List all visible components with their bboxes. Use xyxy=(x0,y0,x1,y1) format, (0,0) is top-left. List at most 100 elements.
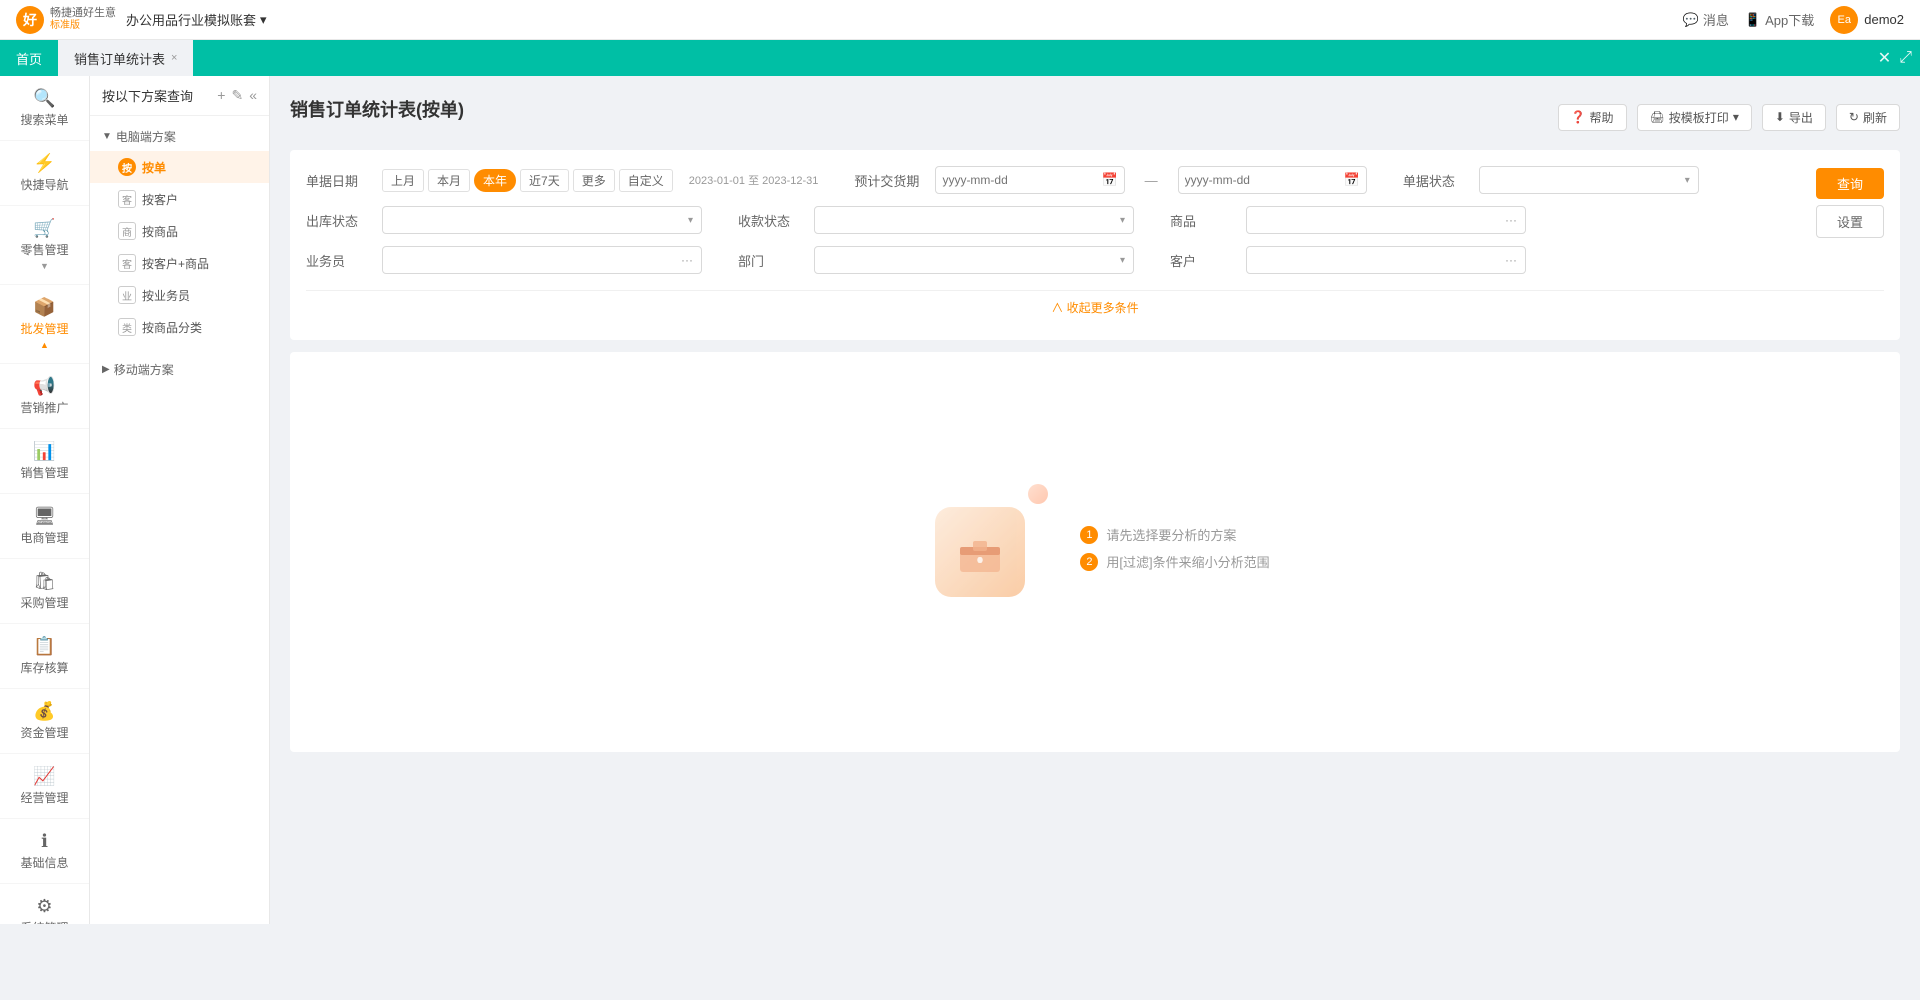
status-select[interactable]: ▾ xyxy=(1479,166,1699,194)
desktop-arrow-icon: ▼ xyxy=(102,131,112,142)
ecommerce-icon: 🖥 xyxy=(0,506,89,527)
logo-area: 好 畅捷通好生意 标准版 xyxy=(16,6,116,34)
app-download-button[interactable]: 📱 App下载 xyxy=(1745,10,1814,29)
by-goods-icon: 商 xyxy=(118,222,136,240)
tree-parent-mobile[interactable]: ▶ 移动端方案 xyxy=(90,355,269,384)
calendar-from-icon: 📅 xyxy=(1101,172,1117,188)
expected-date-from[interactable]: 📅 xyxy=(935,166,1124,194)
sidebar-item-purchase[interactable]: 🛍 采购管理 xyxy=(0,559,89,624)
tree-child-by-customer[interactable]: 客 按客户 xyxy=(90,183,269,215)
date-btn-custom[interactable]: 自定义 xyxy=(619,169,673,192)
empty-tip-1: 1 请先选择要分析的方案 xyxy=(1080,525,1269,544)
empty-state: 1 请先选择要分析的方案 2 用[过滤]条件来缩小分析范围 xyxy=(290,412,1900,692)
date-range-display: 2023-01-01 至 2023-12-31 xyxy=(689,172,819,188)
maximize-icon[interactable]: ⤢ xyxy=(1899,49,1912,67)
sidebar-item-wholesale[interactable]: 📦 批发管理 ▲ xyxy=(0,285,89,364)
status-label: 单据状态 xyxy=(1403,171,1463,190)
collapse-panel-button[interactable]: « xyxy=(249,87,257,104)
tree-parent-desktop[interactable]: ▼ 电脑端方案 xyxy=(90,122,269,151)
query-button[interactable]: 查询 xyxy=(1816,168,1884,199)
sidebar-item-sales[interactable]: 📊 销售管理 xyxy=(0,429,89,494)
date-btn-7days[interactable]: 近7天 xyxy=(520,169,569,192)
dept-label: 部门 xyxy=(738,251,798,270)
collapse-more-conditions[interactable]: ∧ 收起更多条件 xyxy=(306,290,1884,324)
sidebar-item-marketing[interactable]: 📢 营销推广 xyxy=(0,364,89,429)
tree-child-by-salesperson[interactable]: 业 按业务员 xyxy=(90,279,269,311)
edit-scheme-button[interactable]: ✎ xyxy=(231,87,243,104)
filter-row-1: 单据日期 上月 本月 本年 近7天 更多 自定义 2023-01-01 至 20… xyxy=(306,166,1800,194)
refresh-button[interactable]: ↻ 刷新 xyxy=(1836,104,1900,131)
expected-date-to-input[interactable] xyxy=(1185,173,1340,187)
goods-field[interactable]: ··· xyxy=(1246,206,1526,234)
left-panel-header: 按以下方案查询 + ✎ « xyxy=(90,76,269,116)
sidebar-item-inventory[interactable]: 📋 库存核算 xyxy=(0,624,89,689)
expected-date-label: 预计交货期 xyxy=(854,171,919,190)
sidebar-item-operations[interactable]: 📈 经营管理 xyxy=(0,754,89,819)
mobile-arrow-icon: ▶ xyxy=(102,364,110,375)
sidebar-item-ecommerce[interactable]: 🖥 电商管理 xyxy=(0,494,89,559)
tree-child-by-category[interactable]: 类 按商品分类 xyxy=(90,311,269,343)
decoration-circle xyxy=(1028,484,1048,504)
finance-icon: 💰 xyxy=(0,701,89,722)
close-window-icon[interactable]: ✕ xyxy=(1878,48,1891,68)
user-profile[interactable]: Ea demo2 xyxy=(1830,6,1904,34)
template-print-button[interactable]: 🖨 按模板打印 ▾ xyxy=(1637,104,1752,131)
sidebar-item-quick-nav[interactable]: ⚡ 快捷导航 xyxy=(0,141,89,206)
salesperson-field[interactable]: ··· xyxy=(382,246,702,274)
tree-child-by-order[interactable]: 按 按单 xyxy=(90,151,269,183)
tree-child-by-goods[interactable]: 商 按商品 xyxy=(90,215,269,247)
help-icon: ❓ xyxy=(1571,110,1586,124)
sidebar-item-retail[interactable]: 🛒 零售管理 ▼ xyxy=(0,206,89,285)
workspace-dropdown-icon: ▾ xyxy=(260,12,267,28)
workspace-selector[interactable]: 办公用品行业模拟账套 ▾ xyxy=(126,10,267,29)
dept-select[interactable]: ▾ xyxy=(814,246,1134,274)
date-label: 单据日期 xyxy=(306,171,366,190)
topbar: 好 畅捷通好生意 标准版 办公用品行业模拟账套 ▾ 💬 消息 📱 App下载 E… xyxy=(0,0,1920,40)
system-icon: ⚙ xyxy=(0,896,89,917)
filter-row-2: 出库状态 ▾ 收款状态 ▾ 商品 ··· xyxy=(306,206,1800,234)
sidebar-item-system[interactable]: ⚙ 系统管理 xyxy=(0,884,89,924)
print-dropdown-icon: ▾ xyxy=(1733,110,1739,124)
date-btn-this-month[interactable]: 本月 xyxy=(428,169,470,192)
calendar-to-icon: 📅 xyxy=(1344,172,1360,188)
tab-home[interactable]: 首页 xyxy=(0,40,58,76)
export-button[interactable]: ⬇ 导出 xyxy=(1762,104,1826,131)
sidebar-item-search-menu[interactable]: 🔍 搜索菜单 xyxy=(0,76,89,141)
expected-date-from-input[interactable] xyxy=(942,173,1097,187)
date-btn-more[interactable]: 更多 xyxy=(573,169,615,192)
customer-more-icon: ··· xyxy=(1505,253,1517,267)
page-action-buttons: ❓ 帮助 🖨 按模板打印 ▾ ⬇ 导出 ↻ 刷新 xyxy=(1558,104,1900,131)
add-scheme-button[interactable]: + xyxy=(217,87,225,104)
shipment-select[interactable]: ▾ xyxy=(382,206,702,234)
topbar-left: 好 畅捷通好生意 标准版 办公用品行业模拟账套 ▾ xyxy=(16,6,267,34)
setting-button[interactable]: 设置 xyxy=(1816,205,1884,238)
sidebar-item-finance[interactable]: 💰 资金管理 xyxy=(0,689,89,754)
empty-illustration xyxy=(920,492,1040,612)
purchase-icon: 🛍 xyxy=(0,571,89,592)
topbar-right: 💬 消息 📱 App下载 Ea demo2 xyxy=(1683,6,1904,34)
main-content: 销售订单统计表(按单) ❓ 帮助 🖨 按模板打印 ▾ ⬇ 导出 ↻ 刷新 xyxy=(270,76,1920,924)
sidebar-item-basic[interactable]: ℹ 基础信息 xyxy=(0,819,89,884)
app-icon: 📱 xyxy=(1745,12,1761,28)
shipment-label: 出库状态 xyxy=(306,211,366,230)
sidebar: 🔍 搜索菜单 ⚡ 快捷导航 🛒 零售管理 ▼ 📦 批发管理 ▲ 📢 营销推广 📊… xyxy=(0,76,90,924)
tree-section-mobile: ▶ 移动端方案 xyxy=(90,349,269,390)
receipt-select[interactable]: ▾ xyxy=(814,206,1134,234)
date-btn-last-month[interactable]: 上月 xyxy=(382,169,424,192)
receipt-dropdown-icon: ▾ xyxy=(1120,215,1125,226)
by-salesperson-icon: 业 xyxy=(118,286,136,304)
expected-date-to[interactable]: 📅 xyxy=(1178,166,1367,194)
retail-icon: 🛒 xyxy=(0,218,89,239)
logo-icon: 好 xyxy=(16,6,44,34)
tab-sales-statistics[interactable]: 销售订单统计表 × xyxy=(58,40,193,76)
nav-tabs-right: ✕ ⤢ xyxy=(1878,48,1920,68)
help-button[interactable]: ❓ 帮助 xyxy=(1558,104,1627,131)
message-button[interactable]: 💬 消息 xyxy=(1683,10,1729,29)
query-buttons: 查询 设置 xyxy=(1816,166,1884,238)
empty-tips: 1 请先选择要分析的方案 2 用[过滤]条件来缩小分析范围 xyxy=(1080,525,1269,579)
date-btn-this-year[interactable]: 本年 xyxy=(474,169,516,192)
customer-field[interactable]: ··· xyxy=(1246,246,1526,274)
date-filter-group: 上月 本月 本年 近7天 更多 自定义 xyxy=(382,169,673,192)
tree-child-by-customer-goods[interactable]: 客 按客户+商品 xyxy=(90,247,269,279)
tab-close-button[interactable]: × xyxy=(171,52,177,64)
